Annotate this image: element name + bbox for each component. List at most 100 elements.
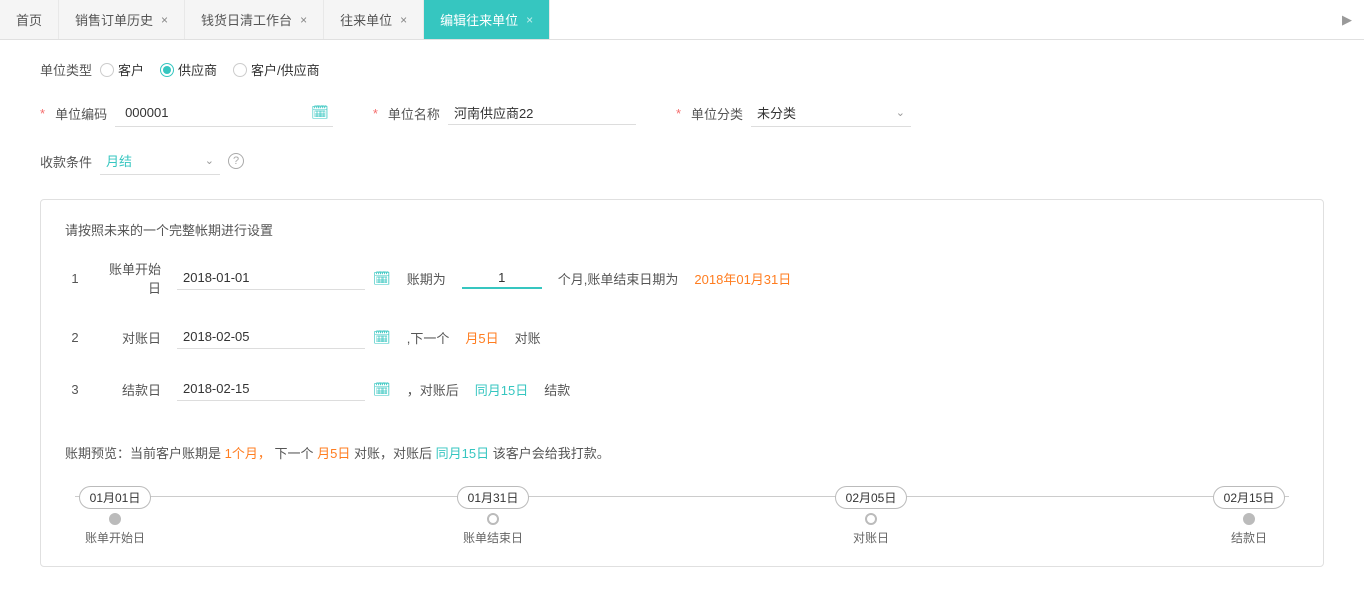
row2-desc-orange: 月5日	[465, 328, 498, 347]
timeline-badge-2: 01月31日	[457, 486, 530, 509]
timeline-container: 01月01日 账单开始日 01月31日 账单结束日 02月05日	[65, 486, 1299, 546]
payment-condition-select[interactable]: 月结 ⌄	[100, 147, 220, 175]
row1-period-input[interactable]	[462, 268, 542, 289]
row2-num: 2	[65, 330, 85, 345]
radio-supplier-circle	[160, 63, 174, 77]
timeline-label-3: 对账日	[853, 529, 889, 546]
radio-customer-label: 客户	[118, 60, 144, 79]
tab-cash-goods-workbench-close[interactable]: ×	[300, 13, 307, 27]
unit-category-item: * 单位分类 未分类 ⌄	[676, 99, 911, 127]
tab-sales-order-history[interactable]: 销售订单历史 ×	[59, 0, 185, 39]
payment-condition-chevron-icon: ⌄	[205, 154, 214, 167]
radio-customer-supplier[interactable]: 客户/供应商	[233, 60, 320, 79]
row2-desc-before: ,下一个	[407, 328, 450, 347]
tab-edit-partner-unit-close[interactable]: ×	[526, 13, 533, 27]
tab-sales-order-history-close[interactable]: ×	[161, 13, 168, 27]
row3-num: 3	[65, 382, 85, 397]
payment-condition-row: 收款条件 月结 ⌄ ?	[40, 147, 1324, 175]
timeline-dot-1	[109, 513, 121, 525]
tab-home[interactable]: 首页	[0, 0, 59, 39]
radio-supplier-label: 供应商	[178, 60, 217, 79]
unit-code-star: *	[40, 106, 45, 121]
unit-name-item: * 单位名称	[373, 101, 636, 125]
row3-date-input[interactable]	[177, 377, 365, 401]
unit-code-label: 单位编码	[55, 104, 107, 123]
unit-code-input-wrap: 🗓	[115, 99, 333, 127]
preview-section: 账期预览：当前客户账期是 1个月， 下一个 月5日 对账，对账后 同月15日 该…	[65, 429, 1299, 546]
tab-partner-units-label: 往来单位	[340, 10, 392, 29]
row2-calendar-icon[interactable]: 🗓	[373, 329, 391, 346]
tab-home-label: 首页	[16, 10, 42, 29]
unit-type-label: 单位类型	[40, 60, 92, 79]
main-content: 单位类型 客户 供应商 客户/供应商 * 单位编码	[0, 40, 1364, 608]
tab-edit-partner-unit[interactable]: 编辑往来单位 ×	[424, 0, 550, 39]
radio-customer-supplier-label: 客户/供应商	[251, 60, 320, 79]
setting-row-3: 3 结款日 🗓 ，对账后 同月15日 结款	[65, 377, 1299, 401]
unit-category-value: 未分类	[757, 103, 888, 122]
unit-name-star: *	[373, 106, 378, 121]
row1-end-date: 2018年01月31日	[694, 269, 791, 288]
timeline-label-1: 账单开始日	[85, 529, 145, 546]
unit-code-icon[interactable]: 🗓	[311, 104, 329, 121]
unit-category-star: *	[676, 106, 681, 121]
radio-customer-circle	[100, 63, 114, 77]
timeline-badge-3: 02月05日	[835, 486, 908, 509]
preview-text: 账期预览：当前客户账期是 1个月， 下一个 月5日 对账，对账后 同月15日 该…	[65, 443, 1299, 462]
tab-partner-units-close[interactable]: ×	[400, 13, 407, 27]
unit-name-label: 单位名称	[388, 104, 440, 123]
unit-category-select[interactable]: 未分类 ⌄	[751, 99, 911, 127]
radio-customer[interactable]: 客户	[100, 60, 144, 79]
row3-desc-after: 结款	[544, 380, 570, 399]
timeline-line	[75, 496, 1289, 497]
tab-expand-button[interactable]: ▶	[1330, 12, 1364, 28]
timeline-dot-3	[865, 513, 877, 525]
payment-condition-value: 月结	[106, 151, 197, 170]
tab-cash-goods-workbench[interactable]: 钱货日清工作台 ×	[185, 0, 324, 39]
timeline-connector-1	[155, 502, 453, 503]
payment-condition-label: 收款条件	[40, 152, 92, 171]
unit-type-form-item: 单位类型 客户 供应商 客户/供应商	[40, 60, 320, 79]
row1-date-input[interactable]	[177, 266, 365, 290]
unit-type-row: 单位类型 客户 供应商 客户/供应商	[40, 60, 1324, 79]
help-icon[interactable]: ?	[228, 153, 244, 169]
timeline-badge-1: 01月01日	[79, 486, 152, 509]
tab-cash-goods-workbench-label: 钱货日清工作台	[201, 10, 292, 29]
timeline-connector-2	[533, 502, 831, 503]
settings-card: 请按照未来的一个完整帐期进行设置 1 账单开始日 🗓 账期为 个月,账单结束日期…	[40, 199, 1324, 567]
preview-part2-orange: 月5日	[317, 446, 350, 461]
tab-edit-partner-unit-label: 编辑往来单位	[440, 10, 518, 29]
row2-label: 对账日	[101, 328, 161, 347]
unit-type-radio-group: 客户 供应商 客户/供应商	[100, 60, 320, 79]
preview-label: 账期预览：当前客户账期是	[65, 446, 221, 461]
unit-code-input[interactable]	[119, 101, 307, 124]
preview-part4-after: 该客户会给我打款。	[493, 446, 610, 461]
row1-num: 1	[65, 271, 85, 286]
radio-customer-supplier-circle	[233, 63, 247, 77]
timeline-dot-4	[1243, 513, 1255, 525]
row3-desc-before: ，对账后	[407, 380, 459, 399]
timeline-badge-4: 02月15日	[1213, 486, 1286, 509]
timeline-point-1: 01月01日 账单开始日	[75, 486, 155, 546]
radio-supplier[interactable]: 供应商	[160, 60, 217, 79]
timeline-dot-2	[487, 513, 499, 525]
tab-partner-units[interactable]: 往来单位 ×	[324, 0, 424, 39]
row3-calendar-icon[interactable]: 🗓	[373, 381, 391, 398]
row2-date-input[interactable]	[177, 325, 365, 349]
row3-date-wrap: 🗓	[177, 377, 391, 401]
row1-date-wrap: 🗓	[177, 266, 391, 290]
timeline-point-4: 02月15日 结款日	[1209, 486, 1289, 546]
tabs-bar: 首页 销售订单历史 × 钱货日清工作台 × 往来单位 × 编辑往来单位 × ▶	[0, 0, 1364, 40]
unit-name-input[interactable]	[448, 101, 636, 125]
unit-info-row: * 单位编码 🗓 * 单位名称 * 单位分类 未分类 ⌄	[40, 99, 1324, 127]
timeline-label-2: 账单结束日	[463, 529, 523, 546]
row1-period-label: 账期为	[407, 269, 446, 288]
preview-part2-before: 下一个	[275, 446, 314, 461]
setting-row-1: 1 账单开始日 🗓 账期为 个月,账单结束日期为 2018年01月31日	[65, 259, 1299, 297]
row1-calendar-icon[interactable]: 🗓	[373, 270, 391, 287]
card-title: 请按照未来的一个完整帐期进行设置	[65, 220, 1299, 239]
unit-category-label: 单位分类	[691, 104, 743, 123]
unit-category-chevron-icon: ⌄	[896, 106, 905, 119]
timeline-label-4: 结款日	[1231, 529, 1267, 546]
timeline-point-3: 02月05日 对账日	[831, 486, 911, 546]
unit-code-item: * 单位编码 🗓	[40, 99, 333, 127]
